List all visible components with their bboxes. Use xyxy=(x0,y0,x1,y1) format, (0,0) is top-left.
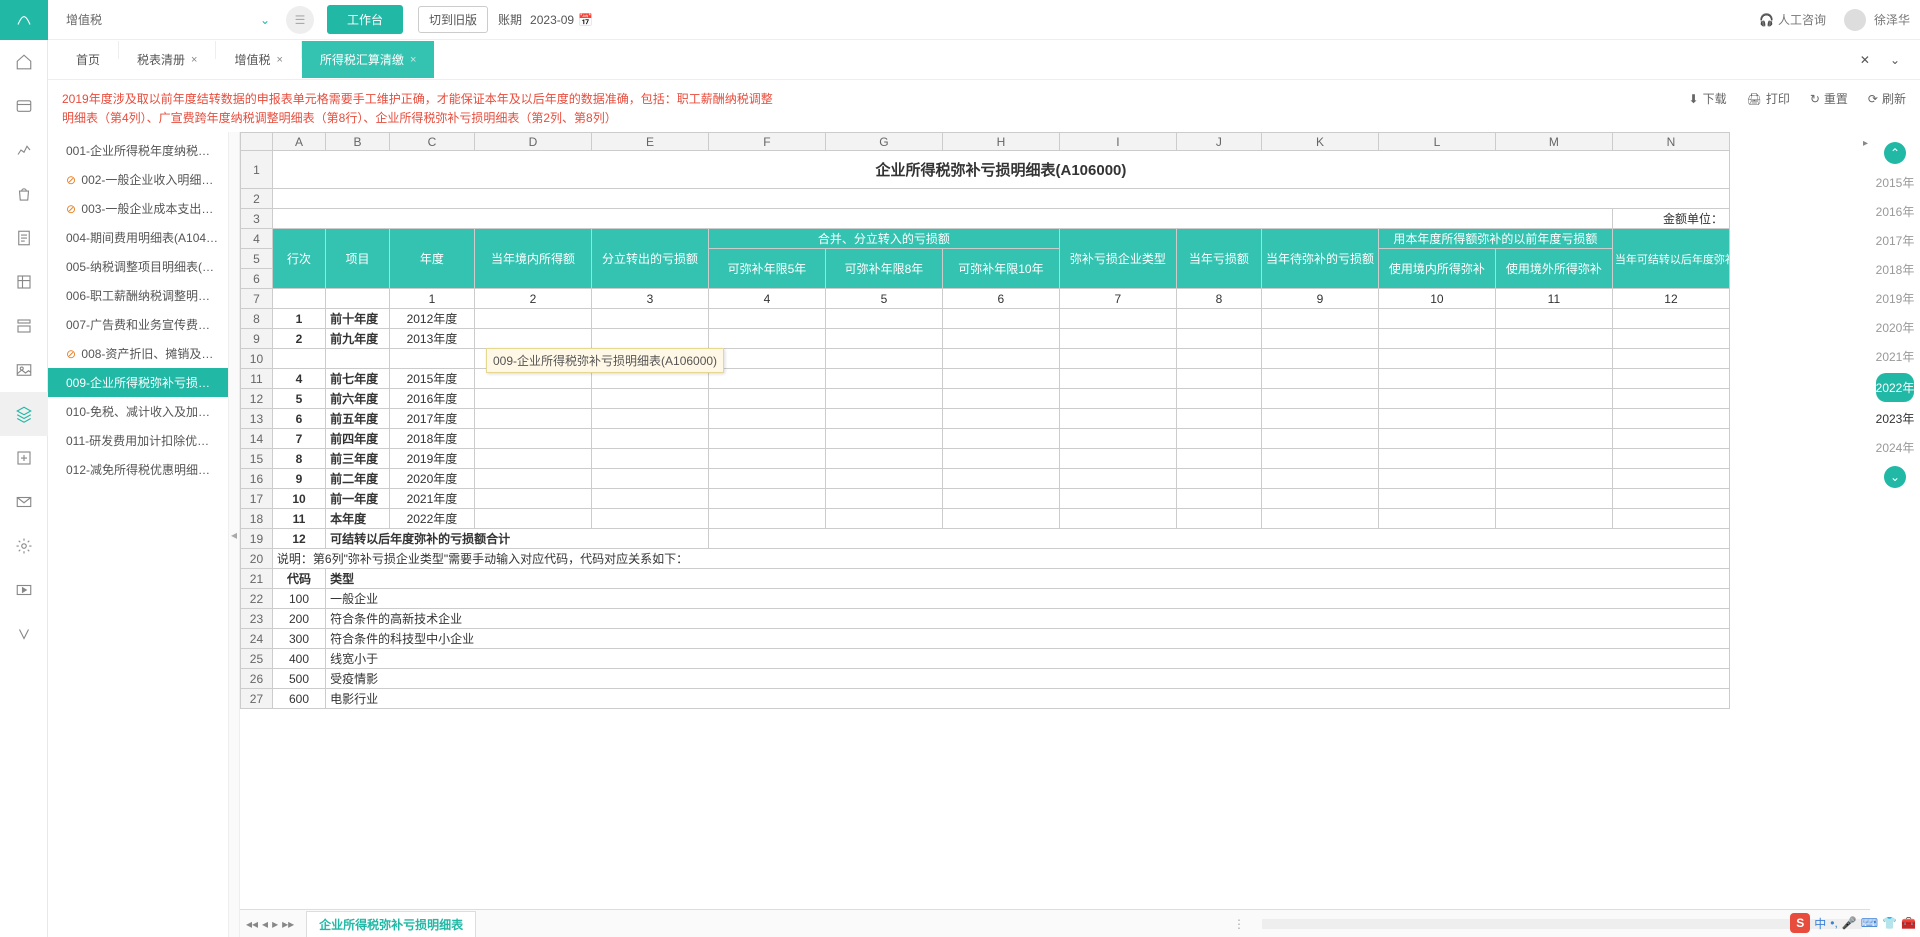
avatar-icon xyxy=(1844,9,1866,31)
consult-button[interactable]: 🎧 人工咨询 xyxy=(1759,11,1826,28)
sheet-item[interactable]: 011-研发费用加计扣除优惠… xyxy=(48,426,228,455)
close-icon[interactable]: × xyxy=(191,54,197,66)
year-option[interactable]: 2019年 xyxy=(1872,284,1919,313)
nav-bag-icon[interactable] xyxy=(0,172,48,216)
period-label: 账期 xyxy=(498,11,522,28)
ime-skin-icon[interactable]: 👕 xyxy=(1882,916,1897,930)
nav-chart-icon[interactable] xyxy=(0,128,48,172)
topbar: 增值税 ⌄ ☰ 工作台 切到旧版 账期 2023-09 📅 🎧 人工咨询 徐泽华 xyxy=(48,0,1920,40)
sheet-list: 001-企业所得税年度纳税申…⊘ 002-一般企业收入明细表(A1…⊘ 003-… xyxy=(48,132,228,937)
left-icon-sidebar xyxy=(0,0,48,937)
nav-settings-icon[interactable] xyxy=(0,524,48,568)
close-icon[interactable]: × xyxy=(410,54,416,66)
nav-video-icon[interactable] xyxy=(0,568,48,612)
year-option[interactable]: 2022年 xyxy=(1876,373,1915,402)
tab-税表清册[interactable]: 税表清册× xyxy=(119,41,215,78)
ime-lang[interactable]: 中 xyxy=(1814,915,1826,932)
warning-icon: ⊘ xyxy=(66,202,76,216)
nav-export-icon[interactable] xyxy=(0,436,48,480)
year-scroll-down[interactable]: ⌄ xyxy=(1884,466,1906,488)
nav-home-icon[interactable] xyxy=(0,40,48,84)
print-button[interactable]: 🖨打印 xyxy=(1747,90,1790,107)
collapse-handle[interactable]: ◂ xyxy=(228,132,240,937)
reset-button[interactable]: ↻重置 xyxy=(1810,90,1848,107)
tab-增值税[interactable]: 增值税× xyxy=(216,41,300,78)
year-scroll-up[interactable]: ⌃ xyxy=(1884,142,1906,164)
sheet-tooltip: 009-企业所得税弥补亏损明细表(A106000) xyxy=(486,348,724,373)
ime-punct-icon[interactable]: •, xyxy=(1830,916,1838,930)
sheet-tab-active[interactable]: 企业所得税弥补亏损明细表 xyxy=(306,911,476,937)
switch-old-button[interactable]: 切到旧版 xyxy=(418,6,488,33)
year-option[interactable]: 2017年 xyxy=(1872,226,1919,255)
period-value[interactable]: 2023-09 xyxy=(530,13,574,27)
nav-v-icon[interactable] xyxy=(0,612,48,656)
sheet-item[interactable]: ⊘ 008-资产折旧、摊销及纳税… xyxy=(48,339,228,368)
year-option[interactable]: 2016年 xyxy=(1872,197,1919,226)
tab-首页[interactable]: 首页 xyxy=(58,41,118,78)
ime-mic-icon[interactable]: 🎤 xyxy=(1842,916,1857,930)
horizontal-scrollbar[interactable] xyxy=(1262,919,1862,929)
refresh-icon: ⟳ xyxy=(1868,92,1878,106)
year-option[interactable]: 2018年 xyxy=(1872,255,1919,284)
circle-doc-icon[interactable]: ☰ xyxy=(286,6,314,34)
warning-icon: ⊘ xyxy=(66,347,76,361)
year-option[interactable]: 2023年 xyxy=(1872,404,1919,433)
refresh-button[interactable]: ⟳刷新 xyxy=(1868,90,1906,107)
sheet-item[interactable]: 004-期间费用明细表(A1040… xyxy=(48,223,228,252)
download-icon: ⬇ xyxy=(1689,92,1699,106)
sheet-item[interactable]: 001-企业所得税年度纳税申… xyxy=(48,136,228,165)
sheet-item[interactable]: 005-纳税调整项目明细表(A1… xyxy=(48,252,228,281)
sheet-item[interactable]: ⊘ 003-一般企业成本支出明细… xyxy=(48,194,228,223)
sheet-nav-next[interactable]: ▸ xyxy=(272,917,278,931)
sheet-tab-bar: ◂◂ ◂ ▸ ▸▸ 企业所得税弥补亏损明细表 ⋮ xyxy=(240,909,1870,937)
spreadsheet-grid[interactable]: ABCDEFGHIJKLMN1企业所得税弥补亏损明细表(A106000)23金额… xyxy=(240,132,1870,909)
close-icon[interactable]: × xyxy=(276,54,282,66)
close-all-tabs[interactable]: ✕ xyxy=(1850,53,1880,67)
sheet-nav-first[interactable]: ◂◂ xyxy=(246,917,258,931)
nav-mail-icon[interactable] xyxy=(0,480,48,524)
year-option[interactable]: 2024年 xyxy=(1872,433,1919,462)
headset-icon: 🎧 xyxy=(1759,13,1774,27)
sheet-item[interactable]: ⊘ 002-一般企业收入明细表(A1… xyxy=(48,165,228,194)
user-menu[interactable]: 徐泽华 xyxy=(1844,9,1910,31)
print-icon: 🖨 xyxy=(1747,92,1762,106)
sheet-nav-last[interactable]: ▸▸ xyxy=(282,917,294,931)
ime-toolbox-icon[interactable]: 🧰 xyxy=(1901,916,1916,930)
sheet-item[interactable]: 006-职工薪酬纳税调整明细… xyxy=(48,281,228,310)
calendar-icon[interactable]: 📅 xyxy=(578,13,593,27)
nav-image-icon[interactable] xyxy=(0,348,48,392)
nav-card-icon[interactable] xyxy=(0,84,48,128)
nav-doc-icon[interactable] xyxy=(0,216,48,260)
app-logo xyxy=(0,0,48,40)
toolbar: ⬇下载 🖨打印 ↻重置 ⟳刷新 xyxy=(1689,90,1906,107)
sheet-item[interactable]: 009-企业所得税弥补亏损明… xyxy=(48,368,228,397)
sheet-tab-separator: ⋮ xyxy=(1224,917,1254,931)
download-button[interactable]: ⬇下载 xyxy=(1689,90,1727,107)
year-option[interactable]: 2020年 xyxy=(1872,313,1919,342)
warning-icon: ⊘ xyxy=(66,173,76,187)
year-option[interactable]: 2021年 xyxy=(1872,342,1919,371)
tab-所得税汇算清缴[interactable]: 所得税汇算清缴× xyxy=(302,41,434,78)
nav-template-icon[interactable] xyxy=(0,304,48,348)
ime-keyboard-icon[interactable]: ⌨ xyxy=(1861,916,1878,930)
ime-taskbar: S 中 •, 🎤 ⌨ 👕 🧰 xyxy=(1790,913,1916,933)
chevron-down-icon: ⌄ xyxy=(260,13,270,27)
tabbar: 首页税表清册×增值税×所得税汇算清缴× ✕ ⌄ xyxy=(48,40,1920,80)
tabbar-more[interactable]: ⌄ xyxy=(1880,53,1910,67)
sheet-item[interactable]: 010-免税、减计收入及加计… xyxy=(48,397,228,426)
sheet-item[interactable]: 012-减免所得税优惠明细表(… xyxy=(48,455,228,484)
sheet-item[interactable]: 007-广告费和业务宣传费跨… xyxy=(48,310,228,339)
nav-stack-icon[interactable] xyxy=(0,392,48,436)
module-dropdown[interactable]: 增值税 ⌄ xyxy=(58,6,278,33)
sheet-nav-prev[interactable]: ◂ xyxy=(262,917,268,931)
nav-form-icon[interactable] xyxy=(0,260,48,304)
year-rail: ⌃ 2015年2016年2017年2018年2019年2020年2021年202… xyxy=(1870,132,1920,937)
username: 徐泽华 xyxy=(1874,11,1910,28)
reset-icon: ↻ xyxy=(1810,92,1820,106)
year-option[interactable]: 2015年 xyxy=(1872,168,1919,197)
module-dropdown-label: 增值税 xyxy=(66,11,102,28)
ime-sogou-icon[interactable]: S xyxy=(1790,913,1810,933)
workbench-button[interactable]: 工作台 xyxy=(327,5,403,34)
warning-notice: 2019年度涉及取以前年度结转数据的申报表单元格需要手工维护正确，才能保证本年及… xyxy=(62,90,782,128)
